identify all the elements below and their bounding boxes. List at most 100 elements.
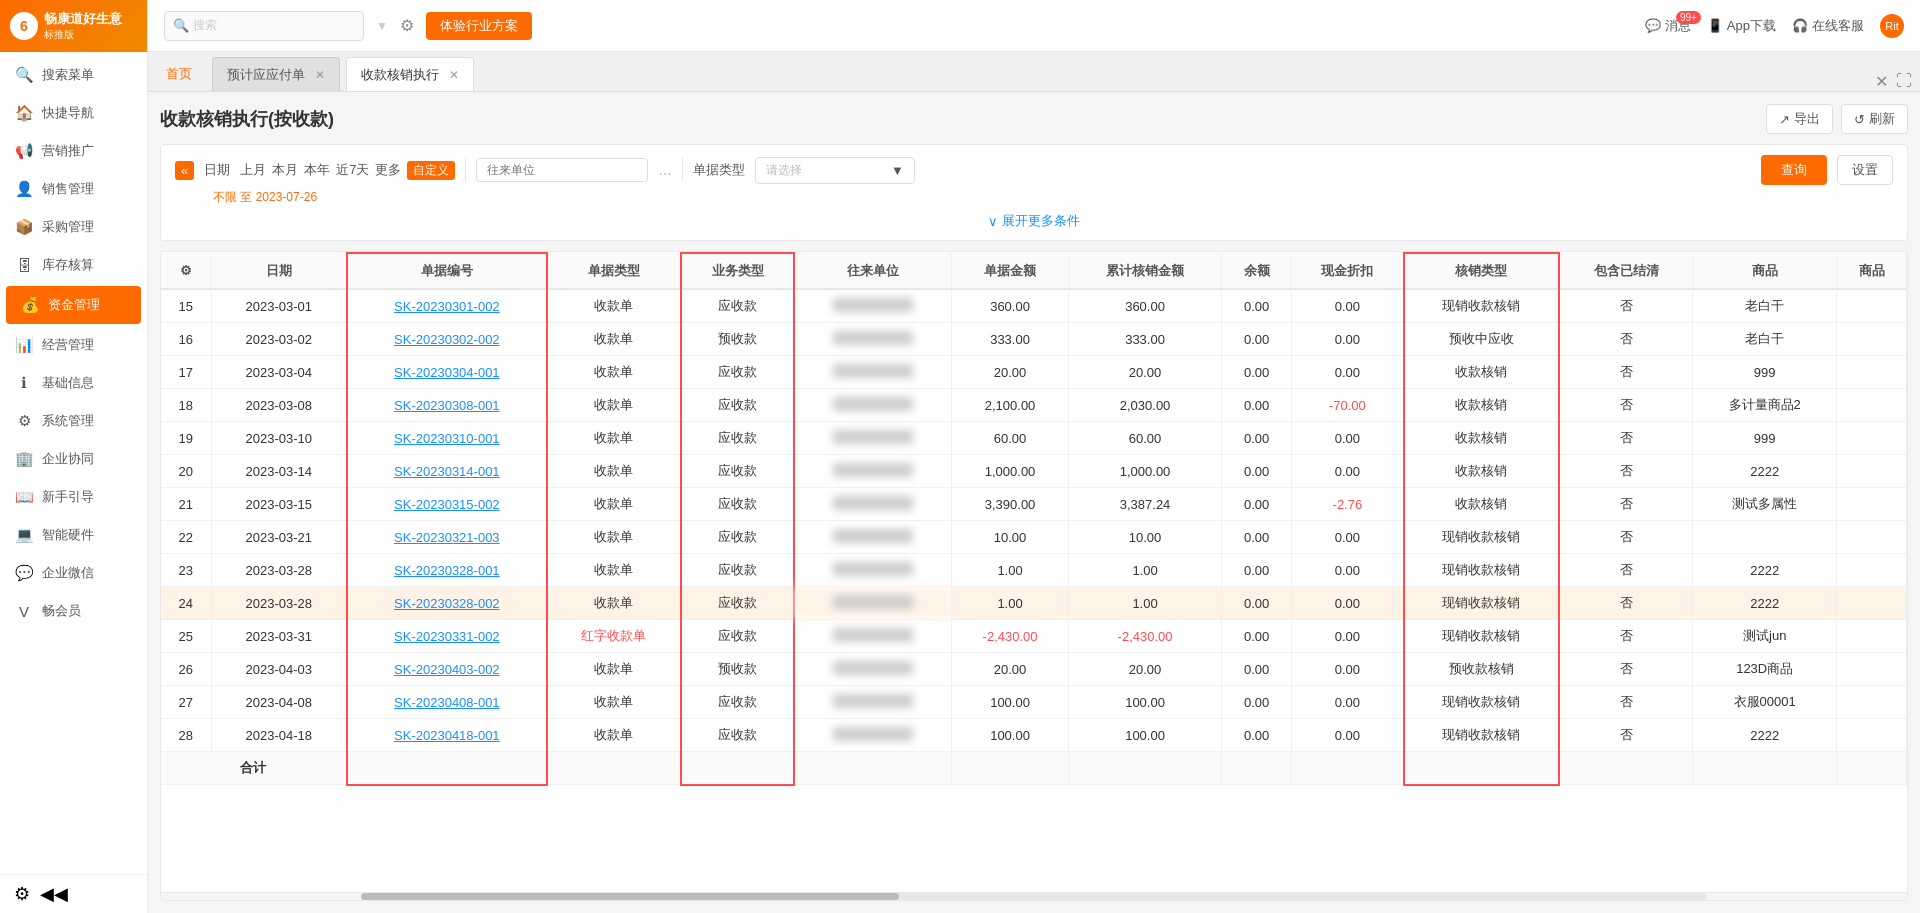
cell-bill-no[interactable]: SK-20230321-003 (347, 521, 547, 554)
date-link-more[interactable]: 更多 (375, 161, 401, 180)
counterparty-input[interactable] (476, 158, 648, 182)
export-icon: ↗ (1779, 112, 1790, 127)
cell-balance: 0.00 (1222, 719, 1292, 752)
online-support-button[interactable]: 🎧 在线客服 (1792, 17, 1864, 35)
cell-bill-amount: 333.00 (952, 323, 1068, 356)
cell-bill-no[interactable]: SK-20230315-002 (347, 488, 547, 521)
cell-include-settled: 否 (1559, 521, 1692, 554)
col-include-settled[interactable]: 包含已结清 (1559, 253, 1692, 289)
cell-bill-no[interactable]: SK-20230408-001 (347, 686, 547, 719)
col-gear[interactable]: ⚙ (161, 253, 211, 289)
col-biz-type[interactable]: 业务类型 (681, 253, 794, 289)
topbar-dropdown[interactable]: ▼ (376, 19, 388, 33)
cell-bill-no[interactable]: SK-20230308-001 (347, 389, 547, 422)
footer-bill-amount (952, 752, 1068, 785)
close-window-icon[interactable]: ✕ (1875, 72, 1888, 91)
cell-cash-discount: 0.00 (1291, 422, 1403, 455)
tab-home[interactable]: 首页 (152, 57, 206, 91)
sidebar-item-hardware[interactable]: 💻 智能硬件 (0, 516, 147, 554)
col-bill-amount[interactable]: 单据金额 (952, 253, 1068, 289)
date-link-this-month[interactable]: 本月 (272, 161, 298, 180)
tab-pending[interactable]: 预计应应付单 ✕ (212, 57, 340, 91)
collapse-icon[interactable]: ◀◀ (40, 883, 68, 905)
collapse-filter-btn[interactable]: « (175, 161, 194, 180)
cell-bill-no[interactable]: SK-20230314-001 (347, 455, 547, 488)
expand-conditions-btn[interactable]: ∨ 展开更多条件 (988, 212, 1080, 230)
sidebar-item-purchase[interactable]: 📦 采购管理 (0, 208, 147, 246)
date-link-7days[interactable]: 近7天 (336, 161, 369, 180)
settings-button[interactable]: 设置 (1837, 155, 1893, 185)
cell-product2 (1837, 356, 1907, 389)
app-download-button[interactable]: 📱 App下载 (1707, 17, 1776, 35)
filter-dots[interactable]: ... (658, 161, 671, 179)
col-bill-no[interactable]: 单据编号 (347, 253, 547, 289)
user-avatar[interactable]: Rit (1880, 14, 1904, 38)
cell-biz-type: 应收款 (681, 488, 794, 521)
col-cancel-type[interactable]: 核销类型 (1404, 253, 1559, 289)
sidebar-item-member[interactable]: V 畅会员 (0, 592, 147, 630)
table-body: 152023-03-01SK-20230301-002收款单应收款360.003… (161, 289, 1907, 752)
sidebar-item-sales[interactable]: 👤 销售管理 (0, 170, 147, 208)
date-link-last-month[interactable]: 上月 (240, 161, 266, 180)
cell-bill-no[interactable]: SK-20230403-002 (347, 653, 547, 686)
cell-bill-no[interactable]: SK-20230304-001 (347, 356, 547, 389)
cell-bill-no[interactable]: SK-20230302-002 (347, 323, 547, 356)
footer-biz-type (681, 752, 794, 785)
refresh-button[interactable]: ↺ 刷新 (1841, 104, 1908, 134)
enterprise-icon: 🏢 (14, 450, 34, 468)
sidebar-item-inventory[interactable]: 🗄 库存核算 (0, 246, 147, 284)
cell-bill-no[interactable]: SK-20230328-002 (347, 587, 547, 620)
scroll-thumb[interactable] (361, 893, 899, 900)
settings-gear-icon[interactable]: ⚙ (14, 883, 30, 905)
col-balance[interactable]: 余额 (1222, 253, 1292, 289)
marketing-icon: 📢 (14, 142, 34, 160)
phone-icon: 📱 (1707, 18, 1723, 33)
bill-type-select[interactable]: 请选择 ▼ (755, 157, 915, 184)
sidebar-item-wechat[interactable]: 💬 企业微信 (0, 554, 147, 592)
sidebar-item-marketing[interactable]: 📢 营销推广 (0, 132, 147, 170)
tab-collection-close[interactable]: ✕ (449, 68, 459, 82)
cell-include-settled: 否 (1559, 719, 1692, 752)
query-button[interactable]: 查询 (1761, 155, 1827, 185)
sidebar-item-search[interactable]: 🔍 搜索菜单 (0, 56, 147, 94)
cell-bill-amount: 20.00 (952, 356, 1068, 389)
date-link-custom[interactable]: 自定义 (407, 161, 455, 180)
cell-bill-no[interactable]: SK-20230310-001 (347, 422, 547, 455)
col-bill-type[interactable]: 单据类型 (547, 253, 681, 289)
table-scroll-bar[interactable] (161, 892, 1907, 900)
cell-bill-no[interactable]: SK-20230328-001 (347, 554, 547, 587)
table-row: 262023-04-03SK-20230403-002收款单预收款20.0020… (161, 653, 1907, 686)
sidebar-item-basic[interactable]: ℹ 基础信息 (0, 364, 147, 402)
tab-collection[interactable]: 收款核销执行 ✕ (346, 57, 474, 91)
tab-pending-close[interactable]: ✕ (315, 68, 325, 82)
cell-bill-no[interactable]: SK-20230301-002 (347, 289, 547, 323)
cell-bill-no[interactable]: SK-20230331-002 (347, 620, 547, 653)
cell-product2 (1837, 289, 1907, 323)
sidebar-item-newbie[interactable]: 📖 新手引导 (0, 478, 147, 516)
col-accum-amount[interactable]: 累计核销金额 (1068, 253, 1222, 289)
sidebar-item-enterprise[interactable]: 🏢 企业协同 (0, 440, 147, 478)
col-product2[interactable]: 商品 (1837, 253, 1907, 289)
export-button[interactable]: ↗ 导出 (1766, 104, 1833, 134)
col-product[interactable]: 商品 (1693, 253, 1837, 289)
cell-accum-amount: 1,000.00 (1068, 455, 1222, 488)
cell-bill-amount: 3,390.00 (952, 488, 1068, 521)
message-button[interactable]: 💬 消息 99+ (1645, 17, 1691, 35)
cell-balance: 0.00 (1222, 686, 1292, 719)
footer-balance (1222, 752, 1292, 785)
cell-counterparty (794, 289, 952, 323)
table-scroll-area[interactable]: ⚙ 日期 单据编号 单据类型 业务类型 往来单位 单据金额 累计核销金额 余额 … (161, 252, 1907, 892)
sidebar-item-quicknav[interactable]: 🏠 快捷导航 (0, 94, 147, 132)
solution-button[interactable]: 体验行业方案 (426, 12, 532, 40)
col-cash-discount[interactable]: 现金折扣 (1291, 253, 1403, 289)
sidebar-item-capital[interactable]: 💰 资金管理 (6, 286, 141, 324)
sidebar-item-system[interactable]: ⚙ 系统管理 (0, 402, 147, 440)
cell-bill-no[interactable]: SK-20230418-001 (347, 719, 547, 752)
col-counterparty[interactable]: 往来单位 (794, 253, 952, 289)
maximize-icon[interactable]: ⛶ (1896, 72, 1912, 91)
sidebar-item-operations[interactable]: 📊 经营管理 (0, 326, 147, 364)
date-link-this-year[interactable]: 本年 (304, 161, 330, 180)
cell-balance: 0.00 (1222, 653, 1292, 686)
col-date[interactable]: 日期 (211, 253, 347, 289)
topbar-gear-icon[interactable]: ⚙ (400, 16, 414, 35)
